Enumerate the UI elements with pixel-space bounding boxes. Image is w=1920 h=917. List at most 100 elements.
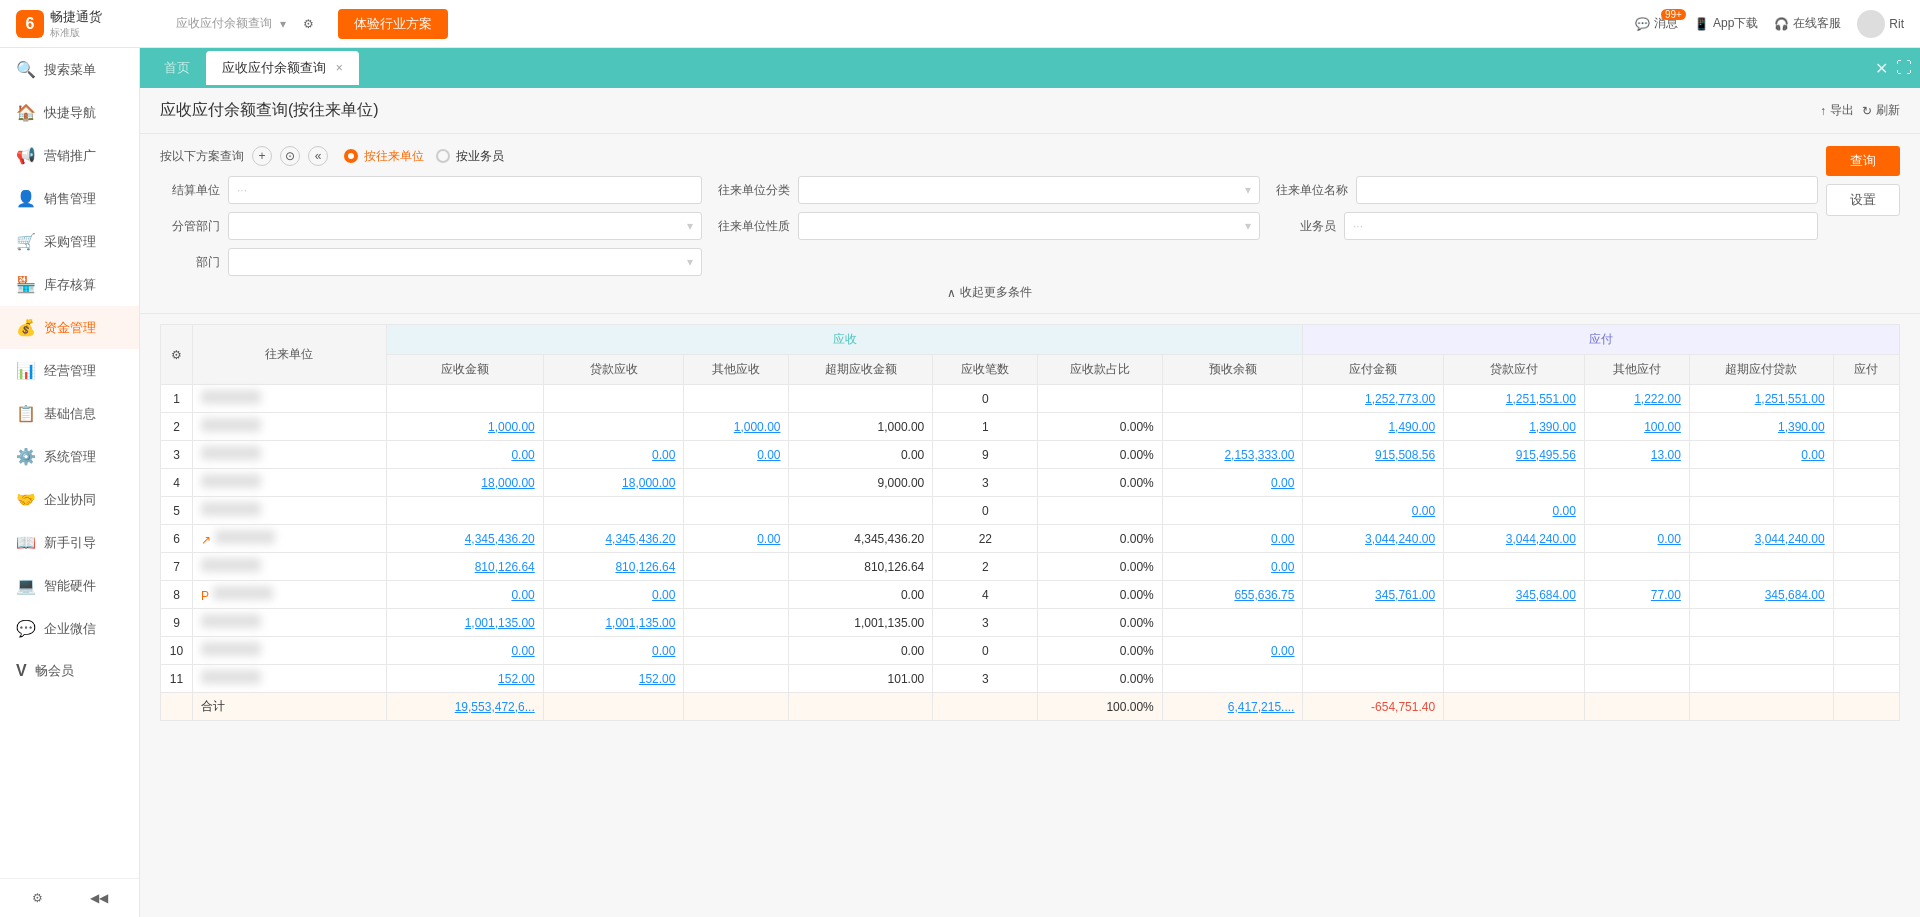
purchase-icon: 🛒	[16, 232, 36, 251]
tab-bar-end: ✕ ⛶	[1875, 59, 1912, 78]
sidebar-settings-btn[interactable]: ⚙	[32, 891, 43, 905]
table-wrapper: ⚙ 往来单位 应收 应付 应收金额 贷款应收 其他应收 超期应收金额 应收笔数 …	[160, 314, 1900, 721]
col-ar-count-header: 应收笔数	[933, 355, 1038, 385]
col-partner-header: 往来单位	[193, 325, 387, 385]
sidebar-item-finance[interactable]: 💰 资金管理	[0, 306, 139, 349]
table-footer-row: 合计 19,553,472,6... 100.00% 6,417,215....…	[161, 693, 1900, 721]
sidebar-item-guide[interactable]: 📖 新手引导	[0, 521, 139, 564]
sidebar-bottom: ⚙ ◀◀	[0, 878, 139, 917]
scheme-option-partner[interactable]: 按往来单位	[344, 148, 424, 165]
tab-home[interactable]: 首页	[148, 51, 206, 85]
table-row: 6↗4,345,436.204,345,436.200.004,345,436.…	[161, 525, 1900, 553]
collapse-label: 收起更多条件	[960, 284, 1032, 301]
col-settings-header[interactable]: ⚙	[161, 325, 193, 385]
sidebar-item-member[interactable]: V 畅会员	[0, 650, 139, 692]
sidebar-label-guide: 新手引导	[44, 534, 96, 552]
sidebar-label-inventory: 库存核算	[44, 276, 96, 294]
sidebar-item-search-menu[interactable]: 🔍 搜索菜单	[0, 48, 139, 91]
set-button[interactable]: 设置	[1826, 184, 1900, 216]
sidebar-item-basic-info[interactable]: 📋 基础信息	[0, 392, 139, 435]
filter-input-partner-category[interactable]: ▾	[798, 176, 1260, 204]
sidebar-item-sales[interactable]: 👤 销售管理	[0, 177, 139, 220]
scheme-option-salesman[interactable]: 按业务员	[436, 148, 504, 165]
add-scheme-btn[interactable]: +	[252, 146, 272, 166]
target-scheme-btn[interactable]: ⊙	[280, 146, 300, 166]
online-service-item[interactable]: 🎧 在线客服	[1774, 15, 1841, 32]
table-row: 91,001,135.001,001,135.001,001,135.0030.…	[161, 609, 1900, 637]
tab-close-icon[interactable]: ×	[336, 61, 343, 75]
tab-close-window-icon[interactable]: ✕	[1875, 59, 1888, 78]
sidebar-collapse-btn[interactable]: ◀◀	[90, 891, 108, 905]
sidebar-item-cooperation[interactable]: 🤝 企业协同	[0, 478, 139, 521]
sidebar-item-wechat[interactable]: 💬 企业微信	[0, 607, 139, 650]
layout: 🔍 搜索菜单 🏠 快捷导航 📢 营销推广 👤 销售管理 🛒 采购管理 🏪 库存核…	[0, 48, 1920, 917]
sidebar-label-operations: 经营管理	[44, 362, 96, 380]
sidebar-item-inventory[interactable]: 🏪 库存核算	[0, 263, 139, 306]
col-ar-prepay-header: 预收余额	[1162, 355, 1303, 385]
hardware-icon: 💻	[16, 576, 36, 595]
breadcrumb-area: 应收应付余额查询 ▾ ⚙ 体验行业方案	[156, 9, 1635, 39]
sidebar-item-hardware[interactable]: 💻 智能硬件	[0, 564, 139, 607]
sidebar-label-cooperation: 企业协同	[44, 491, 96, 509]
scheme-radio-inner	[348, 153, 354, 159]
filter-label-dept: 分管部门	[160, 218, 220, 235]
filter-row-salesman: 业务员 ···	[1276, 212, 1818, 240]
sidebar-item-quick-nav[interactable]: 🏠 快捷导航	[0, 91, 139, 134]
col-ar-loan-header: 贷款应收	[543, 355, 684, 385]
table-row: 7810,126.64810,126.64810,126.6420.00%0.0…	[161, 553, 1900, 581]
user-area[interactable]: Rit	[1857, 10, 1904, 38]
sidebar-item-system[interactable]: ⚙️ 系统管理	[0, 435, 139, 478]
tab-bar: 首页 应收应付余额查询 × ✕ ⛶	[140, 48, 1920, 88]
promo-button[interactable]: 体验行业方案	[338, 9, 448, 39]
filter-grid: 结算单位 ··· 往来单位分类 ▾	[160, 176, 1818, 276]
tab-ar-balance[interactable]: 应收应付余额查询 ×	[206, 51, 359, 85]
filter-input-partner-nature[interactable]: ▾	[798, 212, 1260, 240]
sidebar-item-marketing[interactable]: 📢 营销推广	[0, 134, 139, 177]
col-ar-overdue-header: 超期应收金额	[789, 355, 933, 385]
collapse-scheme-btn[interactable]: «	[308, 146, 328, 166]
finance-icon: 💰	[16, 318, 36, 337]
table-row: 11152.00152.00101.0030.00%	[161, 665, 1900, 693]
footer-ar-amount: 19,553,472,6...	[386, 693, 543, 721]
sidebar-item-purchase[interactable]: 🛒 采购管理	[0, 220, 139, 263]
page-header: 应收应付余额查询(按往来单位) ↑ 导出 ↻ 刷新	[140, 88, 1920, 134]
system-icon: ⚙️	[16, 447, 36, 466]
query-button[interactable]: 查询	[1826, 146, 1900, 176]
message-badge: 99+	[1661, 9, 1686, 20]
partner-nature-arrow: ▾	[1245, 219, 1251, 233]
header-actions: ↑ 导出 ↻ 刷新	[1820, 102, 1900, 119]
refresh-button[interactable]: ↻ 刷新	[1862, 102, 1900, 119]
export-button[interactable]: ↑ 导出	[1820, 102, 1854, 119]
filter-scheme: 按以下方案查询 + ⊙ « 按往来单位	[160, 146, 1818, 166]
sidebar-label-search: 搜索菜单	[44, 61, 96, 79]
sidebar-label-hardware: 智能硬件	[44, 577, 96, 595]
col-ap-extra-header: 应付	[1833, 355, 1899, 385]
footer-ap-extra	[1833, 693, 1899, 721]
footer-ap-overdue	[1689, 693, 1833, 721]
sidebar-label-finance: 资金管理	[44, 319, 96, 337]
filter-row-partner-category: 往来单位分类 ▾	[718, 176, 1260, 204]
app-download-label: App下载	[1713, 15, 1758, 32]
footer-ar-other	[684, 693, 789, 721]
filter-row-branch-dept: 部门 ▾	[160, 248, 702, 276]
inventory-icon: 🏪	[16, 275, 36, 294]
nav-dropdown-icon[interactable]: ▾	[280, 17, 286, 31]
filter-input-branch-dept[interactable]: ▾	[228, 248, 702, 276]
sidebar-item-operations[interactable]: 📊 经营管理	[0, 349, 139, 392]
message-item[interactable]: 💬 消息 99+	[1635, 15, 1678, 32]
app-download-item[interactable]: 📱 App下载	[1694, 15, 1758, 32]
filter-input-dept[interactable]: ▾	[228, 212, 702, 240]
partner-cell	[193, 441, 387, 469]
filter-input-settlement[interactable]: ···	[228, 176, 702, 204]
filter-input-salesman[interactable]: ···	[1344, 212, 1818, 240]
service-icon: 🎧	[1774, 17, 1789, 31]
user-avatar	[1857, 10, 1885, 38]
partner-cell: ↗	[193, 525, 387, 553]
settings-icon[interactable]: ⚙	[294, 10, 322, 38]
filter-input-partner-name[interactable]	[1356, 176, 1818, 204]
partner-cell	[193, 413, 387, 441]
footer-ap-other	[1584, 693, 1689, 721]
tab-maximize-icon[interactable]: ⛶	[1896, 59, 1912, 78]
filter-actions: ∧ 收起更多条件	[160, 284, 1818, 301]
collapse-more-btn[interactable]: ∧ 收起更多条件	[947, 284, 1032, 301]
